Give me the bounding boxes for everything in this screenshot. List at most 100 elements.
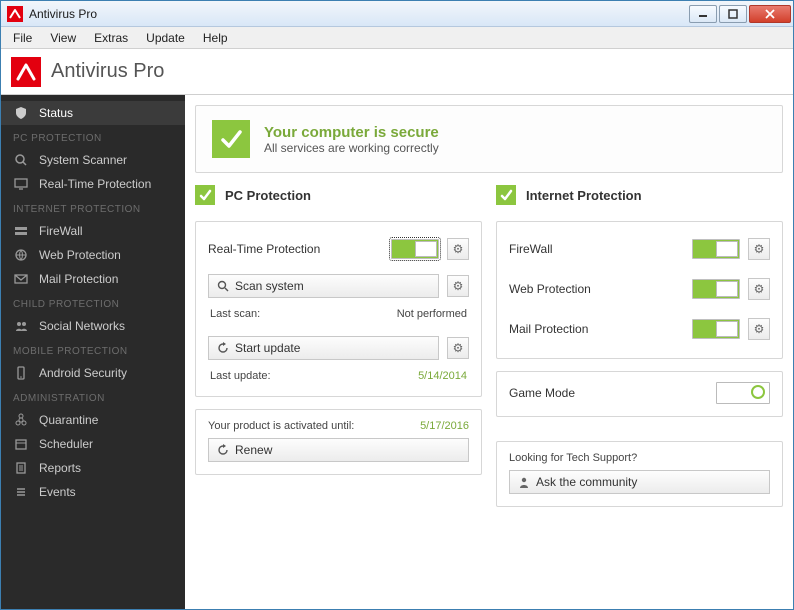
sidebar-item-web[interactable]: Web Protection	[1, 243, 185, 267]
sidebar-group-child: CHILD PROTECTION	[1, 291, 185, 314]
phone-icon	[13, 366, 29, 380]
sidebar-group-mobile: MOBILE PROTECTION	[1, 338, 185, 361]
people-icon	[13, 319, 29, 333]
sidebar-item-label: Real-Time Protection	[39, 177, 151, 191]
sidebar-item-status[interactable]: Status	[1, 101, 185, 125]
close-button[interactable]	[749, 5, 791, 23]
header: Antivirus Pro	[1, 49, 793, 95]
menu-update[interactable]: Update	[138, 29, 193, 47]
checkmark-icon	[212, 120, 250, 158]
sidebar-item-system-scanner[interactable]: System Scanner	[1, 148, 185, 172]
gear-icon: ⚙	[754, 282, 765, 296]
content: Your computer is secure All services are…	[185, 95, 793, 609]
sidebar-item-android[interactable]: Android Security	[1, 361, 185, 385]
app-window: Antivirus Pro File View Extras Update He…	[0, 0, 794, 610]
sidebar-item-label: Reports	[39, 461, 81, 475]
menu-help[interactable]: Help	[195, 29, 236, 47]
checkbox-icon	[496, 185, 516, 205]
update-button-label: Start update	[235, 341, 300, 355]
firewall-toggle[interactable]	[692, 239, 740, 259]
sidebar-item-label: Status	[39, 106, 73, 120]
list-icon	[13, 485, 29, 499]
pc-protection-column: PC Protection Real-Time Protection ⚙ Sca…	[195, 185, 482, 507]
scan-settings-button[interactable]: ⚙	[447, 275, 469, 297]
sidebar: Status PC PROTECTION System Scanner Real…	[1, 95, 185, 609]
app-icon	[7, 6, 23, 22]
sidebar-group-admin: ADMINISTRATION	[1, 385, 185, 408]
start-update-button[interactable]: Start update	[208, 336, 439, 360]
ask-community-label: Ask the community	[536, 475, 637, 489]
renew-button[interactable]: Renew	[208, 438, 469, 462]
monitor-icon	[13, 177, 29, 191]
sidebar-item-label: System Scanner	[39, 153, 127, 167]
sidebar-item-quarantine[interactable]: Quarantine	[1, 408, 185, 432]
minimize-button[interactable]	[689, 5, 717, 23]
sidebar-item-label: Social Networks	[39, 319, 125, 333]
checkbox-icon	[195, 185, 215, 205]
biohazard-icon	[13, 413, 29, 427]
sidebar-item-mail[interactable]: Mail Protection	[1, 267, 185, 291]
support-label: Looking for Tech Support?	[509, 452, 770, 464]
sidebar-item-label: Scheduler	[39, 437, 93, 451]
update-settings-button[interactable]: ⚙	[447, 337, 469, 359]
sidebar-item-label: Android Security	[39, 366, 127, 380]
web-settings-button[interactable]: ⚙	[748, 278, 770, 300]
gear-icon: ⚙	[754, 242, 765, 256]
mail-toggle[interactable]	[692, 319, 740, 339]
refresh-icon	[217, 342, 229, 354]
activated-value: 5/17/2016	[420, 420, 469, 432]
last-update-label: Last update:	[210, 370, 271, 382]
last-scan-label: Last scan:	[210, 308, 260, 320]
magnifier-icon	[217, 280, 229, 292]
realtime-settings-button[interactable]: ⚙	[447, 238, 469, 260]
gear-icon: ⚙	[453, 242, 464, 256]
sidebar-item-events[interactable]: Events	[1, 480, 185, 504]
sidebar-item-label: Quarantine	[39, 413, 98, 427]
menu-file[interactable]: File	[5, 29, 40, 47]
sidebar-item-label: Web Protection	[39, 248, 121, 262]
last-scan-value: Not performed	[397, 308, 467, 320]
firewall-icon	[13, 224, 29, 238]
scan-button-label: Scan system	[235, 279, 304, 293]
sidebar-item-label: Events	[39, 485, 76, 499]
pc-protection-title: PC Protection	[225, 188, 311, 203]
last-update-value: 5/14/2014	[418, 370, 467, 382]
mail-icon	[13, 272, 29, 286]
report-icon	[13, 461, 29, 475]
secure-subtitle: All services are working correctly	[264, 141, 439, 155]
web-label: Web Protection	[509, 282, 684, 296]
maximize-button[interactable]	[719, 5, 747, 23]
web-toggle[interactable]	[692, 279, 740, 299]
gamemode-label: Game Mode	[509, 386, 708, 400]
ask-community-button[interactable]: Ask the community	[509, 470, 770, 494]
person-icon	[518, 476, 530, 488]
gear-icon: ⚙	[754, 322, 765, 336]
menu-view[interactable]: View	[42, 29, 84, 47]
menubar: File View Extras Update Help	[1, 27, 793, 49]
mail-settings-button[interactable]: ⚙	[748, 318, 770, 340]
sidebar-item-scheduler[interactable]: Scheduler	[1, 432, 185, 456]
shield-icon	[13, 106, 29, 120]
window-title: Antivirus Pro	[29, 7, 689, 21]
pc-protection-panel: Real-Time Protection ⚙ Scan system ⚙	[195, 221, 482, 397]
secure-title: Your computer is secure	[264, 124, 439, 141]
sidebar-item-realtime[interactable]: Real-Time Protection	[1, 172, 185, 196]
magnifier-icon	[13, 153, 29, 167]
menu-extras[interactable]: Extras	[86, 29, 136, 47]
sidebar-group-pc: PC PROTECTION	[1, 125, 185, 148]
sidebar-item-firewall[interactable]: FireWall	[1, 219, 185, 243]
sidebar-group-internet: INTERNET PROTECTION	[1, 196, 185, 219]
sidebar-item-label: FireWall	[39, 224, 83, 238]
page-title: Antivirus Pro	[51, 60, 164, 83]
sidebar-item-reports[interactable]: Reports	[1, 456, 185, 480]
scan-system-button[interactable]: Scan system	[208, 274, 439, 298]
sidebar-item-label: Mail Protection	[39, 272, 118, 286]
sidebar-item-social[interactable]: Social Networks	[1, 314, 185, 338]
mail-label: Mail Protection	[509, 322, 684, 336]
refresh-icon	[217, 444, 229, 456]
internet-protection-column: Internet Protection FireWall ⚙ Web Prote…	[496, 185, 783, 507]
realtime-toggle[interactable]	[391, 239, 439, 259]
firewall-settings-button[interactable]: ⚙	[748, 238, 770, 260]
gamemode-toggle[interactable]	[716, 382, 770, 404]
firewall-label: FireWall	[509, 242, 684, 256]
